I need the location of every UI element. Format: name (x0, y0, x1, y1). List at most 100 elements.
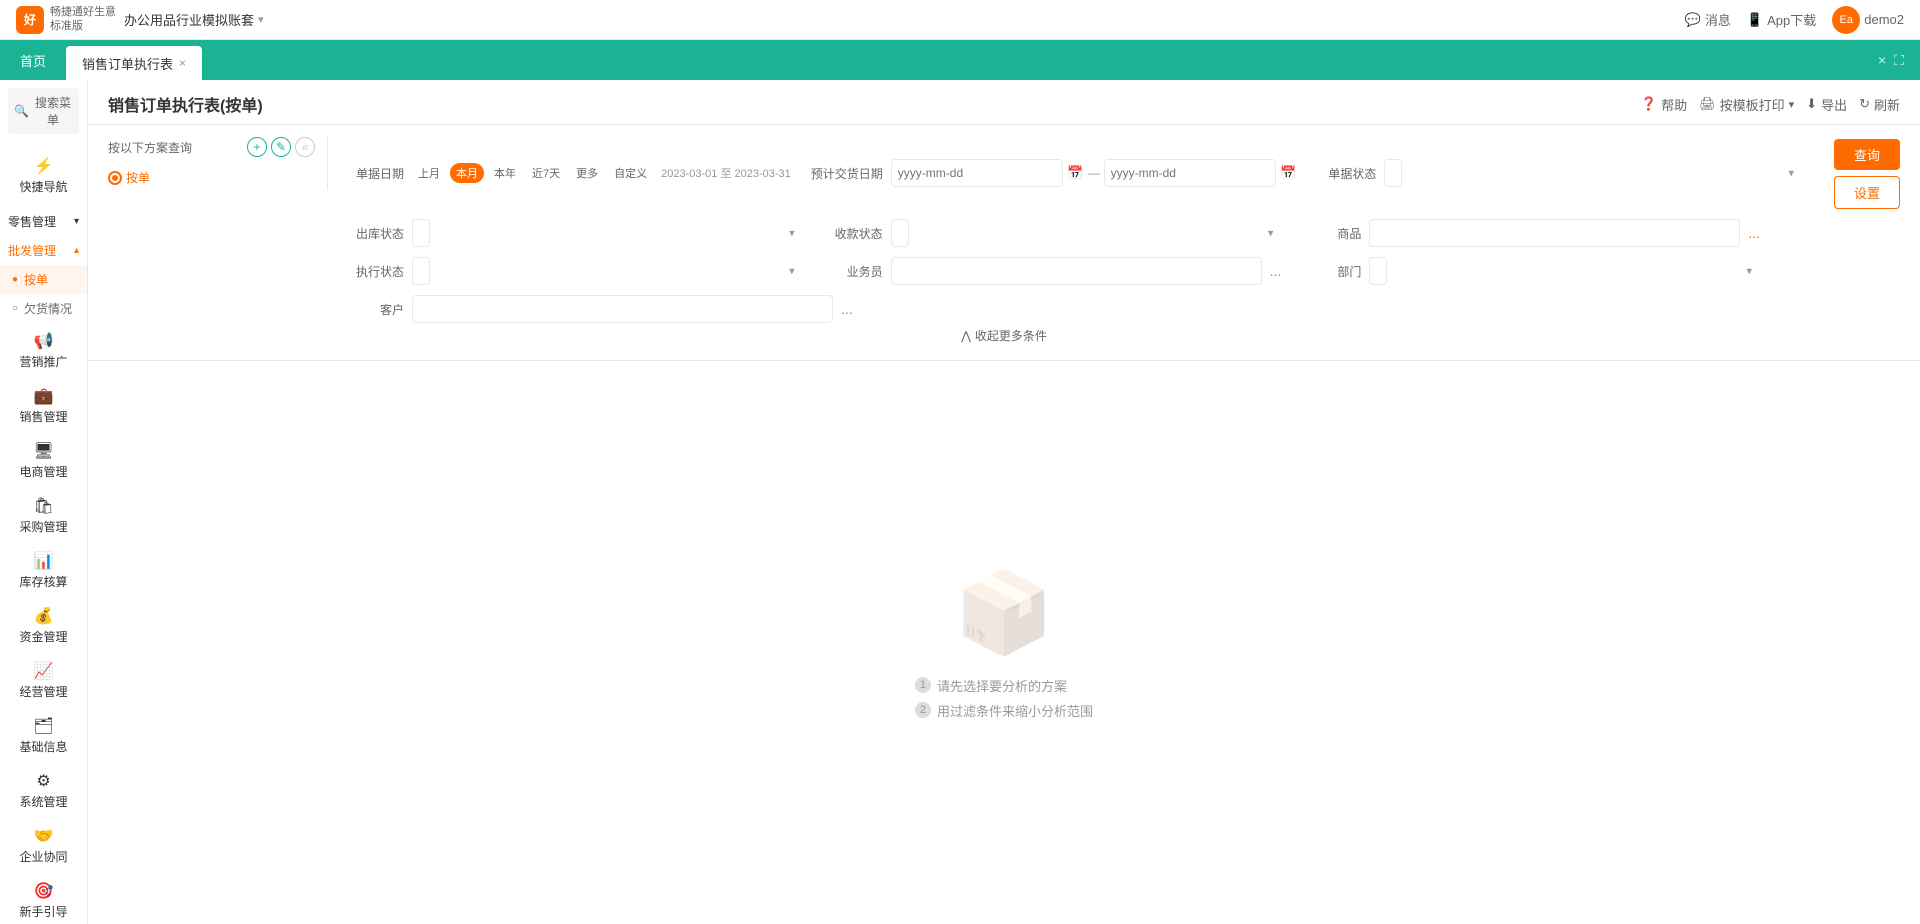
date-last-month-button[interactable]: 上月 (412, 163, 446, 183)
customer-input[interactable] (412, 295, 833, 323)
help-icon: ❓ (1641, 96, 1657, 112)
tab-close-icon[interactable]: × (179, 56, 186, 70)
plan-actions: + ✎ « (247, 137, 315, 157)
operation-icon: 📈 (34, 661, 54, 681)
export-button[interactable]: ⬇ 导出 (1806, 95, 1847, 114)
sidebar-sub-anser[interactable]: ● 按单 (0, 265, 87, 294)
empty-content: 📦 1 请先选择要分析的方案 2 用过滤条件来缩小分析范围 (915, 566, 1093, 720)
exec-status-wrapper (412, 257, 803, 285)
sales-icon: 💼 (34, 386, 54, 406)
customer-label: 客户 (344, 301, 404, 318)
refresh-button[interactable]: ↻ 刷新 (1859, 95, 1900, 114)
plan-section: 按以下方案查询 + ✎ « 按单 (108, 137, 328, 190)
guide-icon: 🎯 (34, 881, 54, 901)
out-status-select[interactable] (412, 219, 430, 247)
expected-date-start-input[interactable] (891, 159, 1064, 187)
search-menu-button[interactable]: 🔍 搜索菜单 (8, 88, 79, 134)
sidebar-item-ecommerce[interactable]: 🖥 电商管理 (0, 433, 87, 488)
sidebar-item-marketing[interactable]: 📢 营销推广 (0, 323, 87, 378)
sidebar-item-purchase[interactable]: 🛍 采购管理 (0, 488, 87, 543)
sidebar-item-sales[interactable]: 💼 销售管理 (0, 378, 87, 433)
sidebar-sub-owe[interactable]: ○ 欠货情况 (0, 294, 87, 323)
date-last-7days-button[interactable]: 近7天 (526, 163, 566, 183)
sidebar-item-quick-nav[interactable]: ⚡ 快捷导航 (0, 148, 87, 203)
top-bar-right: 💬 消息 📱 App下载 Ea demo2 (1685, 6, 1904, 34)
logo-text: 畅捷通好生意 标准版 (50, 6, 116, 32)
collect-status-select[interactable] (891, 219, 909, 247)
collapse-bar[interactable]: ⋀ 收起更多条件 (108, 323, 1900, 348)
customer-more-button[interactable]: ... (841, 301, 853, 317)
sidebar-item-basic[interactable]: 🗂 基础信息 (0, 708, 87, 763)
filter-fields-area: 单据日期 上月 本月 本年 近7天 更多 自定义 2023-03-01 至 20… (344, 137, 1900, 323)
sidebar-item-guide[interactable]: 🎯 新手引导 (0, 873, 87, 924)
window-maximize-button[interactable]: ⛶ (1894, 52, 1904, 69)
calendar-start-icon[interactable]: 📅 (1067, 165, 1083, 181)
sidebar-item-enterprise[interactable]: 🤝 企业协同 (0, 818, 87, 873)
sidebar-item-inventory[interactable]: 📊 库存核算 (0, 543, 87, 598)
page-header: 销售订单执行表(按单) ❓ 帮助 🖨 按模板打印 ▾ ⬇ 导出 ↻ 刷新 (88, 80, 1920, 125)
plan-edit-button[interactable]: ✎ (271, 137, 291, 157)
filter-field-status: 单据状态 (1316, 159, 1802, 187)
purchase-icon: 🛍 (33, 496, 53, 516)
query-button[interactable]: 查询 (1834, 139, 1900, 170)
tab-home[interactable]: 首页 (0, 40, 66, 80)
sidebar-search-section: 🔍 搜索菜单 (0, 80, 87, 148)
salesperson-more-button[interactable]: ... (1270, 263, 1282, 279)
date-current-month-button[interactable]: 本月 (450, 163, 484, 183)
logo-icon: 好 (16, 6, 44, 34)
doc-title[interactable]: 办公用品行业模拟账套 ▾ (124, 10, 264, 29)
basic-icon: 🗂 (33, 716, 53, 736)
help-button[interactable]: ❓ 帮助 (1641, 95, 1687, 114)
filter-row-2: 出库状态 收款状态 (344, 219, 1900, 247)
sidebar-item-retail[interactable]: 零售管理 ▾ (0, 207, 87, 236)
download-icon: 📱 (1747, 12, 1763, 28)
circle-icon: ○ (12, 303, 18, 314)
date-range-display: 2023-03-01 至 2023-03-31 (661, 165, 791, 181)
date-quick-buttons: 上月 本月 本年 近7天 更多 自定义 2023-03-01 至 2023-03… (412, 163, 791, 183)
sidebar-item-finance[interactable]: 💰 资金管理 (0, 598, 87, 653)
plan-add-button[interactable]: + (247, 137, 267, 157)
salesperson-input[interactable] (891, 257, 1262, 285)
goods-label: 商品 (1301, 225, 1361, 242)
quick-nav-icon: ⚡ (34, 156, 54, 176)
filter-field-date: 单据日期 上月 本月 本年 近7天 更多 自定义 2023-03-01 至 20… (344, 163, 791, 183)
refresh-icon: ↻ (1859, 96, 1870, 112)
collect-status-label: 收款状态 (823, 225, 883, 242)
window-close-button[interactable]: × (1878, 52, 1886, 68)
message-button[interactable]: 💬 消息 (1685, 10, 1731, 29)
exec-status-select[interactable] (412, 257, 430, 285)
user-menu[interactable]: Ea demo2 (1832, 6, 1904, 34)
print-button[interactable]: 🖨 按模板打印 ▾ (1699, 95, 1794, 114)
calendar-end-icon[interactable]: 📅 (1280, 165, 1296, 181)
sidebar: 🔍 搜索菜单 ⚡ 快捷导航 零售管理 ▾ 批发管理 ▴ ● 按单 ○ 欠货情况 (0, 80, 88, 924)
goods-input[interactable] (1369, 219, 1740, 247)
date-more-button[interactable]: 更多 (570, 163, 604, 183)
date-separator: — (1088, 166, 1100, 180)
status-select[interactable] (1384, 159, 1402, 187)
date-custom-button[interactable]: 自定义 (608, 163, 653, 183)
goods-more-button[interactable]: ... (1748, 225, 1760, 241)
tab-sales-order[interactable]: 销售订单执行表 × (66, 46, 202, 80)
empty-illustration: 📦 (954, 566, 1054, 660)
plan-collapse-button[interactable]: « (295, 137, 315, 157)
setting-button[interactable]: 设置 (1834, 176, 1900, 209)
collect-status-wrapper (891, 219, 1282, 247)
dept-select[interactable] (1369, 257, 1387, 285)
plan-item-anser[interactable]: 按单 (108, 165, 315, 190)
filter-field-customer: 客户 ... (344, 295, 853, 323)
filter-field-out-status: 出库状态 (344, 219, 803, 247)
chevron-up-icon: ▴ (74, 245, 79, 256)
message-icon: 💬 (1685, 12, 1701, 28)
sidebar-item-wholesale[interactable]: 批发管理 ▴ (0, 236, 87, 265)
date-current-year-button[interactable]: 本年 (488, 163, 522, 183)
sidebar-item-system[interactable]: ⚙ 系统管理 (0, 763, 87, 818)
sidebar-item-operation[interactable]: 📈 经营管理 (0, 653, 87, 708)
expected-date-end-input[interactable] (1104, 159, 1277, 187)
app-download-button[interactable]: 📱 App下载 (1747, 10, 1816, 29)
tab-bar: 首页 销售订单执行表 × × ⛶ (0, 40, 1920, 80)
print-arrow-icon: ▾ (1789, 98, 1795, 111)
filter-row-1: 单据日期 上月 本月 本年 近7天 更多 自定义 2023-03-01 至 20… (344, 137, 1900, 209)
plan-dot-inner (112, 175, 118, 181)
filter-field-dept: 部门 (1301, 257, 1760, 285)
collapse-up-icon: ⋀ (961, 329, 971, 343)
